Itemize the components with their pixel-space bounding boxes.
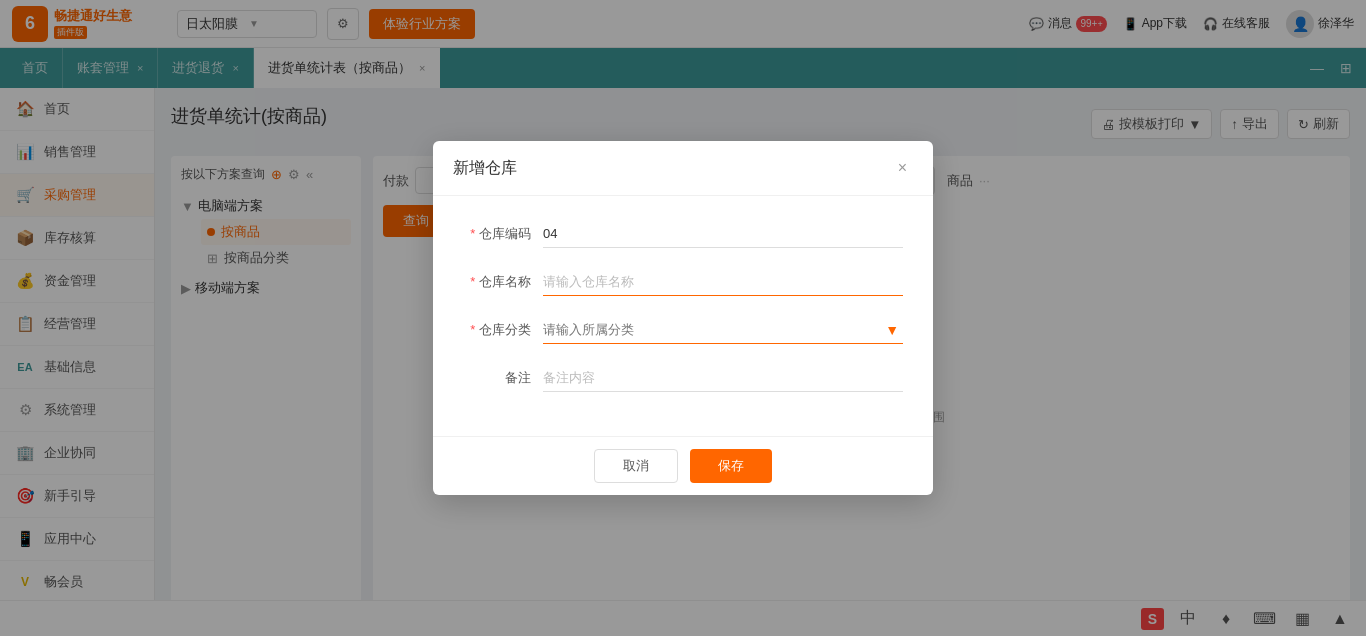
warehouse-code-label: 仓库编码 — [463, 225, 543, 243]
modal-body: 仓库编码 仓库名称 仓库分类 ▼ 备注 — [433, 196, 933, 436]
warehouse-category-wrapper: ▼ — [543, 316, 903, 344]
warehouse-name-input[interactable] — [543, 268, 903, 296]
warehouse-note-label: 备注 — [463, 369, 543, 387]
warehouse-name-label: 仓库名称 — [463, 273, 543, 291]
modal-overlay: 新增仓库 × 仓库编码 仓库名称 仓库分类 ▼ 备注 — [0, 0, 1366, 636]
modal-title: 新增仓库 — [453, 158, 517, 179]
warehouse-code-row: 仓库编码 — [463, 220, 903, 248]
cancel-button[interactable]: 取消 — [594, 449, 678, 483]
modal-footer: 取消 保存 — [433, 436, 933, 495]
warehouse-note-row: 备注 — [463, 364, 903, 392]
warehouse-note-input[interactable] — [543, 364, 903, 392]
warehouse-category-label: 仓库分类 — [463, 321, 543, 339]
warehouse-name-row: 仓库名称 — [463, 268, 903, 296]
modal-close-button[interactable]: × — [892, 157, 913, 179]
warehouse-category-input[interactable] — [543, 316, 903, 344]
warehouse-category-row: 仓库分类 ▼ — [463, 316, 903, 344]
add-warehouse-modal: 新增仓库 × 仓库编码 仓库名称 仓库分类 ▼ 备注 — [433, 141, 933, 495]
save-button[interactable]: 保存 — [690, 449, 772, 483]
warehouse-code-input[interactable] — [543, 220, 903, 248]
modal-header: 新增仓库 × — [433, 141, 933, 196]
